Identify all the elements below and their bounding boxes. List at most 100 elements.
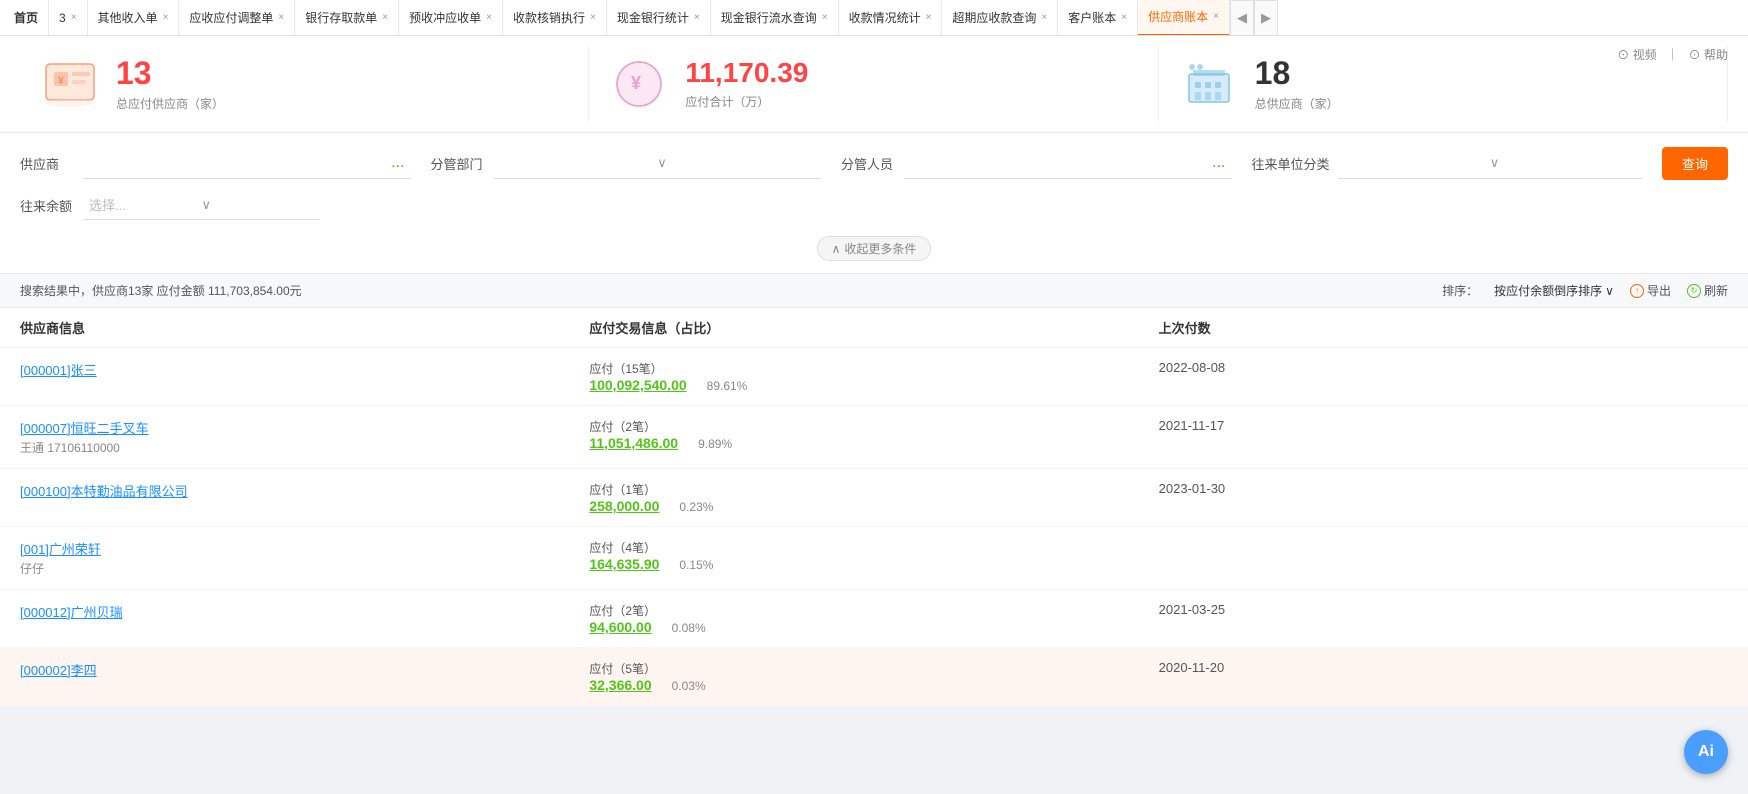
- tx-amount-row: 164,635.90 0.15%: [589, 556, 1158, 572]
- tx-amount[interactable]: 11,051,486.00: [589, 435, 678, 451]
- close-icon[interactable]: ×: [1041, 12, 1047, 23]
- close-icon[interactable]: ×: [1213, 11, 1219, 22]
- supplier-sub: 王通 17106110000: [20, 439, 589, 456]
- help-link[interactable]: ⊙ 帮助: [1689, 46, 1728, 63]
- tx-percent: 9.89%: [698, 437, 732, 451]
- close-icon[interactable]: ×: [278, 12, 284, 23]
- close-icon[interactable]: ×: [590, 12, 596, 23]
- tx-amount[interactable]: 100,092,540.00: [589, 377, 686, 393]
- stats-label-payable-total: 应付合计（万）: [685, 93, 808, 110]
- tx-percent: 0.08%: [672, 621, 706, 635]
- last-pay-value: 2022-08-08: [1159, 360, 1226, 375]
- nav-tab-prepay-label: 预收冲应收单: [409, 9, 481, 26]
- tx-percent: 0.23%: [679, 500, 713, 514]
- last-pay-cell: 2021-03-25: [1159, 602, 1728, 617]
- nav-tab-bank-deposit[interactable]: 银行存取款单 ×: [295, 0, 399, 36]
- close-icon[interactable]: ×: [1121, 12, 1127, 23]
- nav-tab-cash-bank-stat[interactable]: 现金银行统计 ×: [607, 0, 711, 36]
- tx-amount-row: 94,600.00 0.08%: [589, 619, 1158, 635]
- total-supplier-icon: [1179, 54, 1239, 114]
- person-dots-icon[interactable]: ...: [1212, 154, 1225, 172]
- collapse-button[interactable]: ∧ 收起更多条件: [817, 236, 932, 261]
- filter-row-2: 往来余额 选择... ∨: [20, 190, 320, 220]
- supplier-link[interactable]: [000001]张三: [20, 360, 589, 379]
- tx-label: 应付（2笔）: [589, 418, 1158, 435]
- last-pay-cell: 2021-11-17: [1159, 418, 1728, 433]
- col-header-lastpay: 上次付数: [1159, 318, 1728, 337]
- tx-amount-row: 100,092,540.00 89.61%: [589, 377, 1158, 393]
- filter-item-balance: 往来余额 选择... ∨: [20, 190, 320, 220]
- tx-percent: 0.03%: [672, 679, 706, 693]
- nav-tab-adjust[interactable]: 应收应付调整单 ×: [179, 0, 295, 36]
- nav-tab-home[interactable]: 首页: [4, 0, 49, 36]
- result-bar: 搜索结果中，供应商13家 应付金额 111,703,854.00元 排序： 按应…: [0, 274, 1748, 308]
- tx-amount[interactable]: 32,366.00: [589, 677, 651, 693]
- person-input[interactable]: [910, 148, 1212, 178]
- nav-left-arrow[interactable]: ◀: [1230, 0, 1254, 36]
- supplier-link[interactable]: [001]广州荣轩: [20, 539, 589, 558]
- tx-amount[interactable]: 94,600.00: [589, 619, 651, 635]
- nav-tab-customer-ledger[interactable]: 客户账本 ×: [1058, 0, 1138, 36]
- sort-arrow-icon: ∨: [1605, 284, 1614, 298]
- tx-label: 应付（2笔）: [589, 602, 1158, 619]
- sort-select[interactable]: 按应付余额倒序排序 ∨: [1494, 282, 1614, 299]
- help-label: 帮助: [1704, 48, 1728, 62]
- refresh-button[interactable]: ↻ 刷新: [1687, 282, 1728, 299]
- export-button[interactable]: ↑ 导出: [1630, 282, 1671, 299]
- nav-tab-prepay[interactable]: 预收冲应收单 ×: [399, 0, 503, 36]
- last-pay-value: 2023-01-30: [1159, 481, 1226, 496]
- nav-tab-receipt-verify-label: 收款核销执行: [513, 9, 585, 26]
- tx-amount-row: 32,366.00 0.03%: [589, 677, 1158, 693]
- nav-tab-overdue[interactable]: 超期应收款查询 ×: [942, 0, 1058, 36]
- stats-help-links: ⊙ 视频 ｜ ⊙ 帮助: [1617, 46, 1728, 63]
- last-pay-value: 2020-11-20: [1159, 660, 1225, 675]
- close-icon[interactable]: ×: [926, 12, 932, 23]
- close-icon[interactable]: ×: [486, 12, 492, 23]
- nav-tab-receipt-verify[interactable]: 收款核销执行 ×: [503, 0, 607, 36]
- tx-label: 应付（4笔）: [589, 539, 1158, 556]
- supplier-link[interactable]: [000012]广州贝瑞: [20, 602, 589, 621]
- filter-item-category: 往来单位分类 ∨: [1252, 149, 1643, 179]
- tx-amount-row: 258,000.00 0.23%: [589, 498, 1158, 514]
- person-input-wrapper[interactable]: ...: [904, 149, 1232, 179]
- last-pay-cell: 2023-01-30: [1159, 481, 1728, 496]
- video-link[interactable]: ⊙ 视频: [1617, 46, 1656, 63]
- category-select[interactable]: ∨: [1338, 149, 1642, 179]
- category-arrow-icon: ∨: [1490, 155, 1636, 171]
- nav-right-arrow[interactable]: ▶: [1254, 0, 1278, 36]
- filter-label-supplier: 供应商: [20, 154, 75, 173]
- close-icon[interactable]: ×: [694, 12, 700, 23]
- stats-card-supplier-payable: ¥ 13 总应付供应商（家）: [20, 46, 589, 122]
- supplier-link[interactable]: [000100]本特勤油品有限公司: [20, 481, 589, 500]
- close-icon[interactable]: ×: [382, 12, 388, 23]
- ai-badge[interactable]: Ai: [1684, 730, 1728, 774]
- supplier-dots-icon[interactable]: ...: [391, 154, 404, 172]
- dept-arrow-icon: ∨: [657, 155, 815, 171]
- query-button[interactable]: 查询: [1662, 147, 1728, 180]
- tx-label: 应付（1笔）: [589, 481, 1158, 498]
- tx-cell: 应付（4笔） 164,635.90 0.15%: [589, 539, 1158, 572]
- supplier-input[interactable]: [89, 148, 391, 178]
- tx-amount[interactable]: 164,635.90: [589, 556, 659, 572]
- nav-tab-receipt-stat[interactable]: 收款情况统计 ×: [839, 0, 943, 36]
- tx-amount[interactable]: 258,000.00: [589, 498, 659, 514]
- nav-tab-other-income-label: 其他收入单: [98, 9, 158, 26]
- close-icon[interactable]: ×: [163, 12, 169, 23]
- stats-card-payable-total: ¥ 11,170.39 应付合计（万）: [589, 46, 1158, 122]
- balance-select[interactable]: 选择... ∨: [83, 190, 320, 220]
- supplier-link[interactable]: [000007]恒旺二手叉车: [20, 418, 589, 437]
- stats-number-total-supplier: 18: [1255, 56, 1339, 91]
- nav-tab-cash-bank-flow[interactable]: 现金银行流水查询 ×: [711, 0, 839, 36]
- svg-text:¥: ¥: [58, 76, 64, 87]
- last-pay-cell: 2022-08-08: [1159, 360, 1728, 375]
- nav-tab-other-income[interactable]: 其他收入单 ×: [88, 0, 180, 36]
- nav-tab-supplier-ledger[interactable]: 供应商账本 ×: [1138, 0, 1230, 36]
- supplier-input-wrapper[interactable]: ...: [83, 149, 411, 179]
- result-summary: 搜索结果中，供应商13家 应付金额 111,703,854.00元: [20, 282, 302, 299]
- supplier-link[interactable]: [000002]李四: [20, 660, 589, 679]
- nav-tab-3[interactable]: 3 ×: [49, 0, 88, 36]
- dept-select[interactable]: ∨: [494, 149, 822, 179]
- close-icon[interactable]: ×: [822, 12, 828, 23]
- supplier-info-cell: [000012]广州贝瑞: [20, 602, 589, 621]
- close-icon[interactable]: ×: [71, 12, 77, 23]
